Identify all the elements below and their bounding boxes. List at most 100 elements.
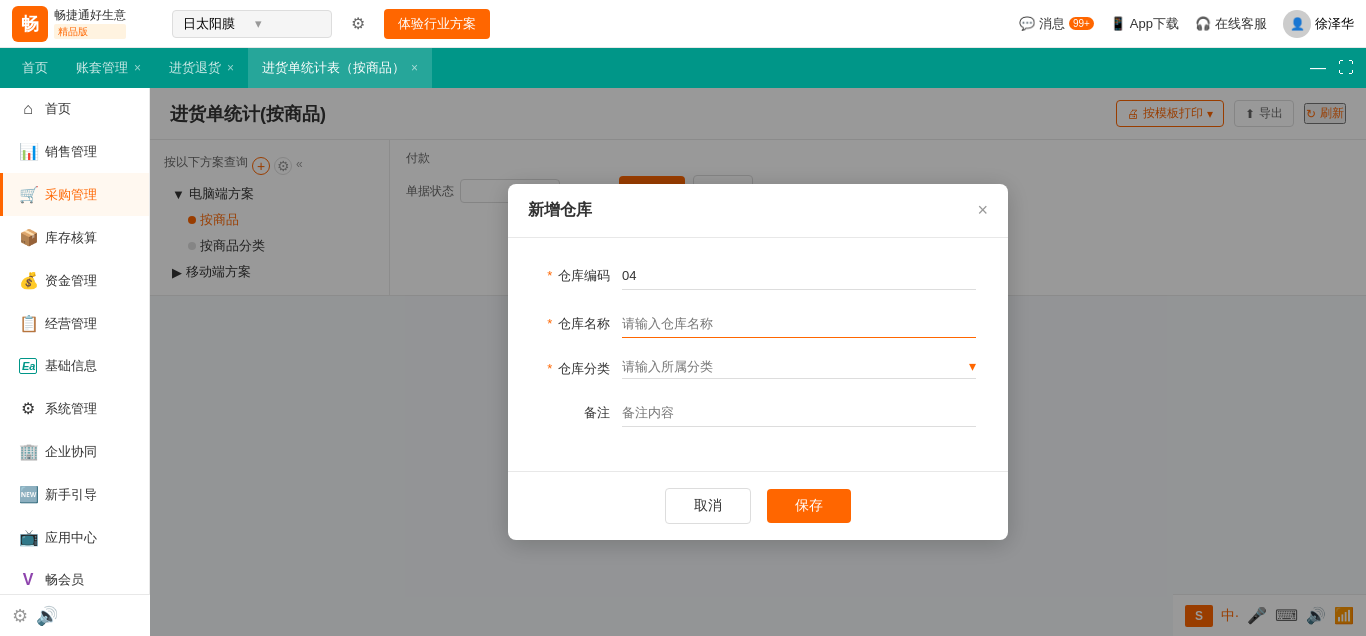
sidebar-item-system-label: 系统管理: [45, 400, 97, 418]
form-item-name: * 仓库名称: [540, 310, 976, 338]
sidebar-bottom-bar: ⚙ 🔊: [0, 594, 150, 636]
sidebar-item-purchase[interactable]: 🛒 采购管理: [0, 173, 149, 216]
online-service-nav-item[interactable]: 🎧 在线客服: [1195, 15, 1267, 33]
purchase-icon: 🛒: [19, 185, 37, 204]
top-bar: 畅 畅捷通好生意 精品版 日太阳膜 ▾ ⚙ 体验行业方案 💬 消息 99+ 📱 …: [0, 0, 1366, 48]
store-name: 日太阳膜: [183, 15, 249, 33]
sidebar-item-apps-label: 应用中心: [45, 529, 97, 547]
cancel-button[interactable]: 取消: [665, 488, 751, 524]
finance-icon: 💰: [19, 271, 37, 290]
sidebar-item-apps[interactable]: 📺 应用中心: [0, 516, 149, 559]
member-icon: V: [19, 571, 37, 589]
basic-icon: Ea: [19, 358, 37, 374]
bottom-settings-icon[interactable]: ⚙: [12, 605, 28, 627]
sidebar-item-home-label: 首页: [45, 100, 71, 118]
logo-icon: 畅: [12, 6, 48, 42]
sidebar-item-operation-label: 经营管理: [45, 315, 97, 333]
save-button[interactable]: 保存: [767, 489, 851, 523]
tab-account-close-icon[interactable]: ×: [134, 61, 141, 75]
try-industry-button[interactable]: 体验行业方案: [384, 9, 490, 39]
name-input[interactable]: [622, 310, 976, 338]
required-icon-category: *: [547, 361, 552, 376]
code-label: * 仓库编码: [540, 267, 610, 285]
category-dropdown-icon[interactable]: ▾: [969, 358, 976, 374]
tab-home[interactable]: 首页: [8, 48, 62, 88]
tab-purchase-return-close-icon[interactable]: ×: [227, 61, 234, 75]
note-input[interactable]: [622, 399, 976, 427]
app-download-nav-item[interactable]: 📱 App下载: [1110, 15, 1179, 33]
modal-footer: 取消 保存: [508, 471, 1008, 540]
name-label: * 仓库名称: [540, 315, 610, 333]
store-selector[interactable]: 日太阳膜 ▾: [172, 10, 332, 38]
sidebar-item-purchase-label: 采购管理: [45, 186, 97, 204]
phone-icon: 📱: [1110, 16, 1126, 31]
category-input[interactable]: [622, 359, 969, 374]
user-area[interactable]: 👤 徐泽华: [1283, 10, 1354, 38]
tab-purchase-stats-label: 进货单统计表（按商品）: [262, 59, 405, 77]
system-icon: ⚙: [19, 399, 37, 418]
inventory-icon: 📦: [19, 228, 37, 247]
sidebar-item-system[interactable]: ⚙ 系统管理: [0, 387, 149, 430]
code-input[interactable]: [622, 262, 976, 290]
message-icon: 💬: [1019, 16, 1035, 31]
tab-bar: 首页 账套管理 × 进货退货 × 进货单统计表（按商品） × — ⛶: [0, 48, 1366, 88]
tab-purchase-return[interactable]: 进货退货 ×: [155, 48, 248, 88]
modal-close-icon[interactable]: ×: [977, 200, 988, 221]
sidebar-item-finance[interactable]: 💰 资金管理: [0, 259, 149, 302]
tab-minimize-icon[interactable]: —: [1306, 59, 1330, 77]
logo-text: 畅捷通好生意 精品版: [54, 8, 126, 39]
sidebar: ⌂ 首页 📊 销售管理 🛒 采购管理 📦 库存核算 💰 资金管理 📋 经营管理 …: [0, 88, 150, 636]
form-item-category: * 仓库分类 ▾: [540, 358, 976, 379]
note-label: 备注: [540, 404, 610, 422]
category-select-wrapper: ▾: [622, 358, 976, 379]
sidebar-item-operation[interactable]: 📋 经营管理: [0, 302, 149, 345]
required-icon-code: *: [547, 268, 552, 283]
sidebar-item-enterprise[interactable]: 🏢 企业协同: [0, 430, 149, 473]
form-item-note: 备注: [540, 399, 976, 427]
enterprise-icon: 🏢: [19, 442, 37, 461]
tab-bar-controls: — ⛶: [1306, 59, 1358, 77]
modal-body: * 仓库编码 * 仓库名称: [508, 238, 1008, 471]
guide-icon: 🆕: [19, 485, 37, 504]
apps-icon: 📺: [19, 528, 37, 547]
top-bar-right: 💬 消息 99+ 📱 App下载 🎧 在线客服 👤 徐泽华: [1019, 10, 1354, 38]
tab-purchase-stats-close-icon[interactable]: ×: [411, 61, 418, 75]
sidebar-item-home[interactable]: ⌂ 首页: [0, 88, 149, 130]
sidebar-item-inventory-label: 库存核算: [45, 229, 97, 247]
online-service-label: 在线客服: [1215, 15, 1267, 33]
logo-sub: 精品版: [54, 24, 126, 39]
logo-title: 畅捷通好生意: [54, 8, 126, 24]
modal-header: 新增仓库 ×: [508, 184, 1008, 238]
user-name: 徐泽华: [1315, 15, 1354, 33]
headset-icon: 🎧: [1195, 16, 1211, 31]
required-icon-name: *: [547, 316, 552, 331]
app-download-label: App下载: [1130, 15, 1179, 33]
sidebar-item-enterprise-label: 企业协同: [45, 443, 97, 461]
tab-account[interactable]: 账套管理 ×: [62, 48, 155, 88]
sidebar-item-guide-label: 新手引导: [45, 486, 97, 504]
sidebar-item-basic-label: 基础信息: [45, 357, 97, 375]
tab-account-label: 账套管理: [76, 59, 128, 77]
tab-purchase-stats[interactable]: 进货单统计表（按商品） ×: [248, 48, 432, 88]
sidebar-item-basic[interactable]: Ea 基础信息: [0, 345, 149, 387]
sidebar-item-sales-label: 销售管理: [45, 143, 97, 161]
form-item-code: * 仓库编码: [540, 262, 976, 290]
sidebar-item-inventory[interactable]: 📦 库存核算: [0, 216, 149, 259]
sidebar-item-member-label: 畅会员: [45, 571, 84, 589]
message-label: 消息: [1039, 15, 1065, 33]
tab-expand-icon[interactable]: ⛶: [1334, 59, 1358, 77]
tab-purchase-return-label: 进货退货: [169, 59, 221, 77]
bottom-sound-icon[interactable]: 🔊: [36, 605, 58, 627]
sidebar-item-sales[interactable]: 📊 销售管理: [0, 130, 149, 173]
main-layout: ⌂ 首页 📊 销售管理 🛒 采购管理 📦 库存核算 💰 资金管理 📋 经营管理 …: [0, 88, 1366, 636]
logo-area: 畅 畅捷通好生意 精品版: [12, 6, 162, 42]
tab-home-label: 首页: [22, 59, 48, 77]
modal-new-warehouse: 新增仓库 × * 仓库编码 *: [508, 184, 1008, 540]
content-area: 进货单统计(按商品) 🖨 按模板打印 ▾ ⬆ 导出 ↻ 刷新: [150, 88, 1366, 636]
avatar: 👤: [1283, 10, 1311, 38]
sidebar-item-guide[interactable]: 🆕 新手引导: [0, 473, 149, 516]
message-nav-item[interactable]: 💬 消息 99+: [1019, 15, 1094, 33]
modal-title: 新增仓库: [528, 200, 592, 221]
operation-icon: 📋: [19, 314, 37, 333]
settings-icon[interactable]: ⚙: [342, 8, 374, 40]
